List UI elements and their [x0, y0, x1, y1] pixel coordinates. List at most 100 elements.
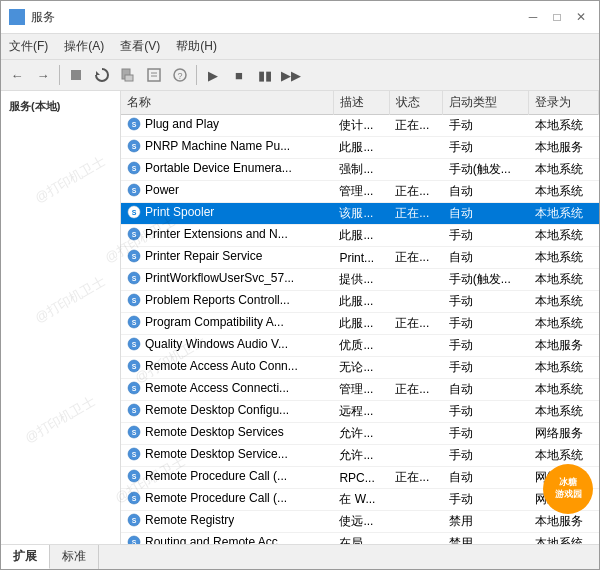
table-row[interactable]: S Remote Access Auto Conn... 无论...手动本地系统: [121, 357, 599, 379]
table-row[interactable]: S Power 管理...正在...自动本地系统: [121, 181, 599, 203]
cell-desc: 该服...: [333, 203, 389, 225]
properties-button[interactable]: [142, 63, 166, 87]
cell-status: 正在...: [389, 181, 442, 203]
table-row[interactable]: S Plug and Play 使计...正在...手动本地系统: [121, 115, 599, 137]
col-name[interactable]: 名称: [121, 91, 333, 115]
cell-name: S PrintWorkflowUserSvc_57...: [121, 269, 333, 291]
menu-view[interactable]: 查看(V): [112, 36, 168, 57]
play-button[interactable]: ▶: [201, 63, 225, 87]
col-desc[interactable]: 描述: [333, 91, 389, 115]
service-icon: S: [127, 535, 141, 544]
export-button[interactable]: [116, 63, 140, 87]
col-status[interactable]: 状态: [389, 91, 442, 115]
table-row[interactable]: S Routing and Remote Acc... 在局...禁用本地系统: [121, 533, 599, 545]
title-bar: 服务 ─ □ ✕: [1, 1, 599, 34]
service-icon: S: [127, 205, 141, 219]
back-button[interactable]: ←: [5, 63, 29, 87]
cell-startup: 手动: [443, 423, 529, 445]
table-row[interactable]: S Printer Repair Service Print...正在...自动…: [121, 247, 599, 269]
refresh-button[interactable]: [90, 63, 114, 87]
sidebar-title: 服务(本地): [9, 99, 112, 114]
col-startup[interactable]: 启动类型: [443, 91, 529, 115]
table-header-row: 名称 描述 状态 启动类型 登录为: [121, 91, 599, 115]
service-icon: S: [127, 381, 141, 395]
cell-status: 正在...: [389, 467, 442, 489]
svg-rect-1: [18, 11, 23, 16]
menu-file[interactable]: 文件(F): [1, 36, 56, 57]
cell-name: S Remote Procedure Call (...: [121, 467, 333, 489]
table-row[interactable]: S Remote Procedure Call (... RPC...正在...…: [121, 467, 599, 489]
menu-help[interactable]: 帮助(H): [168, 36, 225, 57]
forward-button[interactable]: →: [31, 63, 55, 87]
cell-status: [389, 159, 442, 181]
table-container[interactable]: 名称 描述 状态 启动类型 登录为 S Plug and: [121, 91, 599, 544]
cell-login: 本地系统: [529, 159, 599, 181]
service-icon: S: [127, 227, 141, 241]
table-row[interactable]: S PNRP Machine Name Pu... 此服...手动本地服务: [121, 137, 599, 159]
service-icon: S: [127, 491, 141, 505]
service-icon: S: [127, 337, 141, 351]
table-row[interactable]: S Quality Windows Audio V... 优质...手动本地服务: [121, 335, 599, 357]
table-row[interactable]: S Remote Access Connecti... 管理...正在...自动…: [121, 379, 599, 401]
cell-status: [389, 445, 442, 467]
svg-text:S: S: [132, 539, 137, 544]
cell-login: 网络服务: [529, 423, 599, 445]
pause-button[interactable]: ▮▮: [253, 63, 277, 87]
row-icon-name: S Printer Repair Service: [127, 249, 262, 263]
table-row[interactable]: S Problem Reports Controll... 此服...手动本地系…: [121, 291, 599, 313]
table-row[interactable]: S Remote Registry 使远...禁用本地服务: [121, 511, 599, 533]
row-icon-name: S Power: [127, 183, 179, 197]
cell-status: 正在...: [389, 379, 442, 401]
table-row[interactable]: S Printer Extensions and N... 此服...手动本地系…: [121, 225, 599, 247]
cell-status: [389, 533, 442, 545]
tab-extended[interactable]: 扩展: [1, 545, 50, 569]
cell-login: 本地系统: [529, 357, 599, 379]
stop-button[interactable]: ■: [227, 63, 251, 87]
maximize-button[interactable]: □: [547, 7, 567, 27]
tab-standard[interactable]: 标准: [50, 545, 99, 569]
row-icon-name: S Routing and Remote Acc...: [127, 535, 288, 544]
cell-startup: 自动: [443, 181, 529, 203]
table-row[interactable]: S Remote Procedure Call (... 在 W...手动网络服…: [121, 489, 599, 511]
service-icon: S: [127, 161, 141, 175]
cell-desc: 优质...: [333, 335, 389, 357]
cell-startup: 手动: [443, 313, 529, 335]
table-row[interactable]: S Remote Desktop Services 允许...手动网络服务: [121, 423, 599, 445]
col-login[interactable]: 登录为: [529, 91, 599, 115]
table-row[interactable]: S Remote Desktop Service... 允许...手动本地系统: [121, 445, 599, 467]
cell-name: S Remote Procedure Call (...: [121, 489, 333, 511]
cell-desc: 在局...: [333, 533, 389, 545]
table-row[interactable]: S Print Spooler 该服...正在...自动本地系统: [121, 203, 599, 225]
table-row[interactable]: S Program Compatibility A... 此服...正在...手…: [121, 313, 599, 335]
help-button[interactable]: ?: [168, 63, 192, 87]
cell-login: 本地系统: [529, 269, 599, 291]
cell-status: [389, 511, 442, 533]
svg-text:S: S: [132, 429, 137, 436]
window-icon: [9, 9, 25, 25]
close-button[interactable]: ✕: [571, 7, 591, 27]
table-row[interactable]: S Remote Desktop Configu... 远程...手动本地系统: [121, 401, 599, 423]
svg-text:S: S: [132, 121, 137, 128]
table-row[interactable]: S PrintWorkflowUserSvc_57... 提供...手动(触发.…: [121, 269, 599, 291]
cell-login: 本地系统: [529, 313, 599, 335]
row-icon-name: S Remote Desktop Configu...: [127, 403, 289, 417]
cell-startup: 手动(触发...: [443, 269, 529, 291]
menu-action[interactable]: 操作(A): [56, 36, 112, 57]
cell-desc: 使远...: [333, 511, 389, 533]
service-icon: S: [127, 447, 141, 461]
svg-text:S: S: [132, 143, 137, 150]
restart-button[interactable]: ▶▶: [279, 63, 303, 87]
service-icon: S: [127, 271, 141, 285]
row-icon-name: S PrintWorkflowUserSvc_57...: [127, 271, 294, 285]
row-icon-name: S Remote Desktop Service...: [127, 447, 288, 461]
service-icon: S: [127, 249, 141, 263]
table-row[interactable]: S Portable Device Enumera... 强制...手动(触发.…: [121, 159, 599, 181]
minimize-button[interactable]: ─: [523, 7, 543, 27]
cell-name: S PNRP Machine Name Pu...: [121, 137, 333, 159]
svg-rect-0: [11, 11, 16, 16]
up-button[interactable]: [64, 63, 88, 87]
svg-text:S: S: [132, 253, 137, 260]
cell-startup: 手动: [443, 357, 529, 379]
corner-logo-text: 冰糖游戏园: [555, 477, 582, 500]
svg-text:S: S: [132, 231, 137, 238]
